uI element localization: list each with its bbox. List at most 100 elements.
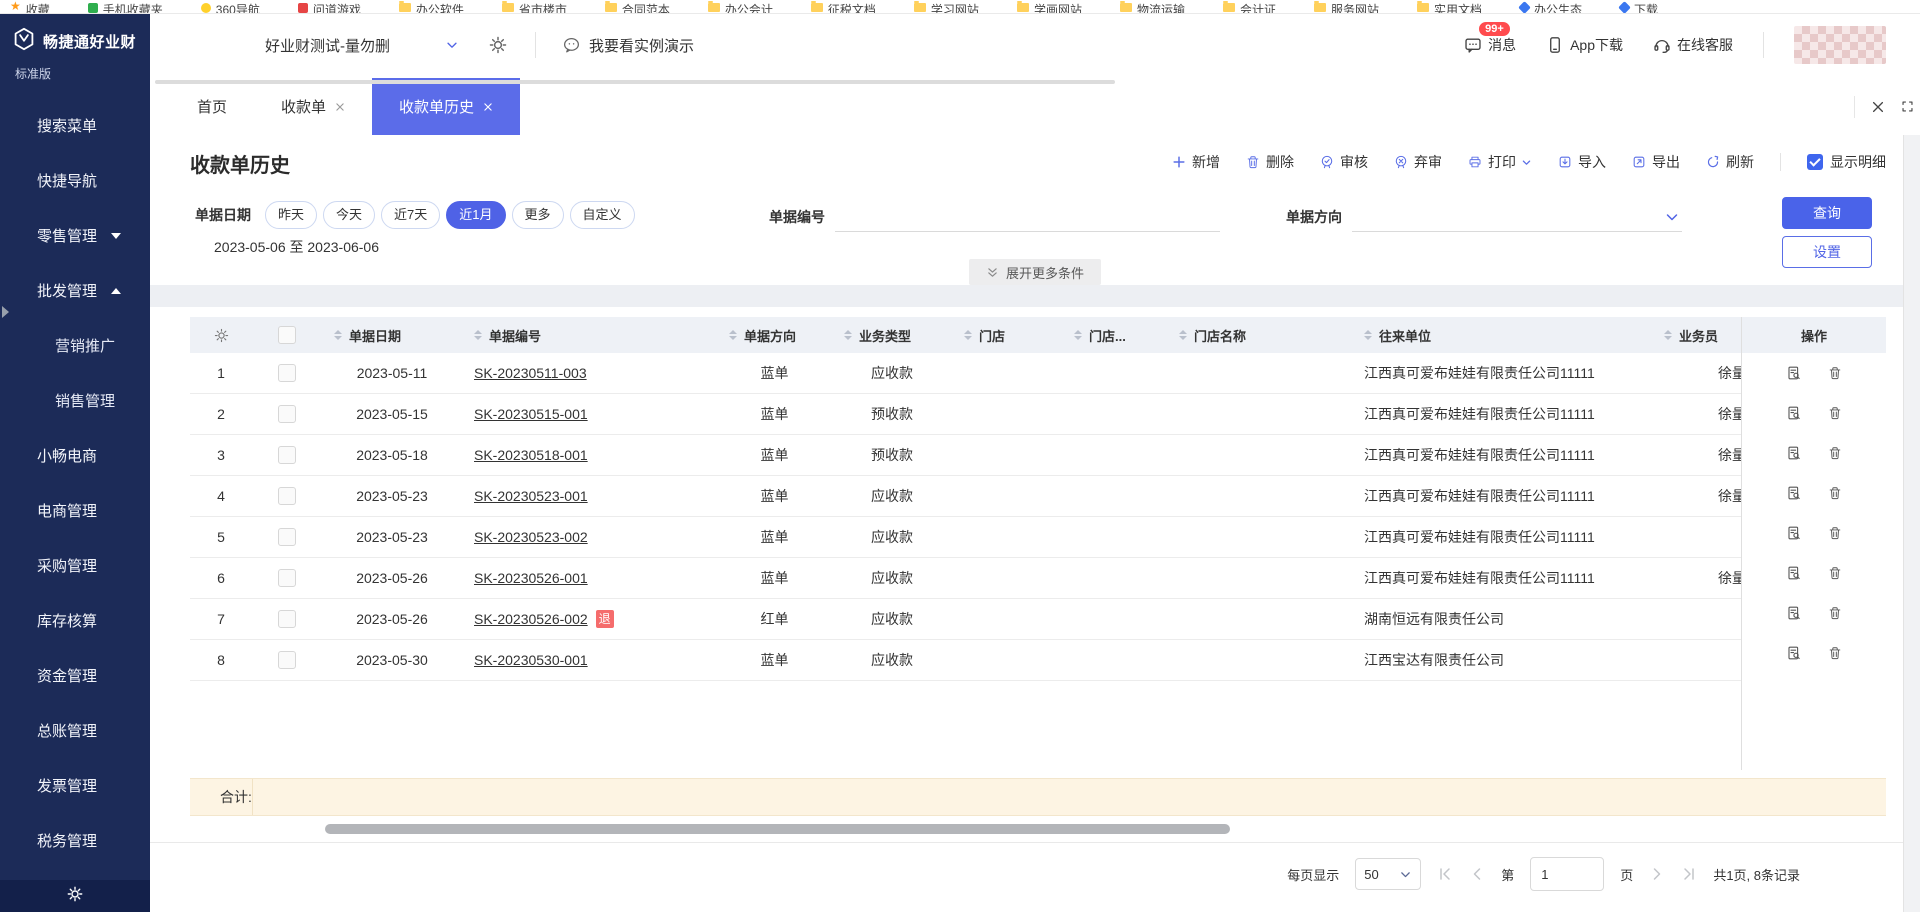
- doc-no-link[interactable]: SK-20230518-001: [474, 447, 588, 463]
- checkbox-checked-icon[interactable]: [1807, 154, 1823, 170]
- sidebar-item-销售管理[interactable]: 销售管理: [0, 373, 150, 428]
- date-filter-近7天[interactable]: 近7天: [381, 201, 441, 229]
- bookmark-item[interactable]: 办公生态: [1518, 1, 1582, 13]
- sidebar-settings-button[interactable]: [0, 880, 150, 912]
- doc-no-input[interactable]: [835, 207, 1220, 232]
- per-page-select[interactable]: 50: [1355, 858, 1422, 890]
- sidebar-item-资金管理[interactable]: 资金管理: [0, 648, 150, 703]
- sidebar-item-批发管理[interactable]: 批发管理: [0, 263, 150, 318]
- view-detail-icon[interactable]: [1786, 525, 1802, 541]
- delete-row-icon[interactable]: [1828, 566, 1842, 580]
- column-settings-button[interactable]: [190, 328, 252, 343]
- bookmark-item[interactable]: 合同范本: [604, 1, 670, 13]
- column-header-store_more[interactable]: 门店...: [1062, 326, 1167, 345]
- 打印-button[interactable]: 打印: [1468, 152, 1532, 172]
- bookmark-item[interactable]: 征税文档: [810, 1, 876, 13]
- sidebar-collapse-handle[interactable]: [2, 306, 9, 318]
- column-header-counterparty[interactable]: 往来单位: [1352, 326, 1652, 345]
- sort-icon[interactable]: [729, 330, 737, 340]
- sort-icon[interactable]: [964, 330, 972, 340]
- settings-button[interactable]: 设置: [1782, 236, 1872, 268]
- page-number-input[interactable]: [1530, 857, 1605, 891]
- 导出-button[interactable]: 导出: [1632, 152, 1680, 172]
- doc-no-link[interactable]: SK-20230530-001: [474, 652, 588, 668]
- online-service-button[interactable]: 在线客服: [1653, 35, 1733, 55]
- chevron-down-icon[interactable]: [445, 38, 459, 52]
- bookmark-item[interactable]: 问道游戏: [297, 1, 361, 13]
- sort-icon[interactable]: [1179, 330, 1187, 340]
- sidebar-item-总账管理[interactable]: 总账管理: [0, 703, 150, 758]
- doc-no-link[interactable]: SK-20230523-001: [474, 488, 588, 504]
- sidebar-item-快捷导航[interactable]: 快捷导航: [0, 153, 150, 208]
- sort-icon[interactable]: [844, 330, 852, 340]
- tab-收款单[interactable]: 收款单: [254, 78, 372, 135]
- sidebar-item-采购管理[interactable]: 采购管理: [0, 538, 150, 593]
- fullscreen-icon[interactable]: [1901, 100, 1914, 113]
- row-checkbox[interactable]: [278, 569, 296, 587]
- bookmark-item[interactable]: 省市楼市: [501, 1, 567, 13]
- select-all-checkbox[interactable]: [278, 326, 296, 344]
- delete-row-icon[interactable]: [1828, 526, 1842, 540]
- row-checkbox[interactable]: [278, 610, 296, 628]
- bookmark-item[interactable]: 办公会计: [707, 1, 773, 13]
- sidebar-item-零售管理[interactable]: 零售管理: [0, 208, 150, 263]
- 导入-button[interactable]: 导入: [1558, 152, 1606, 172]
- row-checkbox[interactable]: [278, 528, 296, 546]
- chevron-down-icon[interactable]: [1664, 209, 1680, 225]
- workspace-selector[interactable]: 好业财测试-量勿删: [265, 35, 390, 56]
- view-detail-icon[interactable]: [1786, 405, 1802, 421]
- row-checkbox[interactable]: [278, 364, 296, 382]
- bookmark-item[interactable]: 实用文档: [1417, 1, 1482, 13]
- date-filter-更多[interactable]: 更多: [511, 201, 564, 229]
- delete-row-icon[interactable]: [1828, 366, 1842, 380]
- sort-icon[interactable]: [1664, 330, 1672, 340]
- bookmark-item[interactable]: 办公软件: [398, 1, 464, 13]
- 新增-button[interactable]: 新增: [1172, 152, 1220, 172]
- tab-收款单历史[interactable]: 收款单历史: [372, 78, 521, 135]
- bookmark-item[interactable]: 会计证: [1222, 1, 1276, 13]
- bookmark-item[interactable]: 物流运输: [1119, 1, 1185, 13]
- expand-more-button[interactable]: 展开更多条件: [968, 259, 1102, 285]
- sidebar-item-小畅电商[interactable]: 小畅电商: [0, 428, 150, 483]
- sidebar-item-搜索菜单[interactable]: 搜索菜单: [0, 98, 150, 153]
- page-scrollbar-track[interactable]: [1903, 135, 1920, 912]
- column-header-doc_no[interactable]: 单据编号: [462, 326, 717, 345]
- view-detail-icon[interactable]: [1786, 485, 1802, 501]
- sidebar-item-营销推广[interactable]: 营销推广: [0, 318, 150, 373]
- sidebar-item-税务管理[interactable]: 税务管理: [0, 813, 150, 868]
- bookmark-item[interactable]: 360导航: [200, 1, 260, 13]
- user-avatar[interactable]: [1794, 26, 1886, 64]
- close-icon[interactable]: [1871, 100, 1885, 114]
- delete-row-icon[interactable]: [1828, 606, 1842, 620]
- tab-scrollbar[interactable]: [155, 80, 1115, 84]
- view-detail-icon[interactable]: [1786, 605, 1802, 621]
- 删除-button[interactable]: 删除: [1246, 152, 1294, 172]
- column-header-biz_type[interactable]: 业务类型: [832, 326, 952, 345]
- view-detail-icon[interactable]: [1786, 365, 1802, 381]
- column-header-store[interactable]: 门店: [952, 326, 1062, 345]
- next-page-icon[interactable]: [1649, 866, 1665, 882]
- bookmark-item[interactable]: 下载: [1618, 1, 1658, 13]
- date-filter-自定义[interactable]: 自定义: [569, 201, 635, 229]
- date-filter-今天[interactable]: 今天: [323, 201, 376, 229]
- sort-icon[interactable]: [1074, 330, 1082, 340]
- delete-row-icon[interactable]: [1828, 406, 1842, 420]
- view-detail-icon[interactable]: [1786, 565, 1802, 581]
- 审核-button[interactable]: 审核: [1320, 152, 1368, 172]
- 刷新-button[interactable]: 刷新: [1706, 152, 1754, 172]
- tab-close-icon[interactable]: [335, 102, 345, 112]
- last-page-icon[interactable]: [1681, 866, 1697, 882]
- column-header-store_name[interactable]: 门店名称: [1167, 326, 1352, 345]
- row-checkbox[interactable]: [278, 405, 296, 423]
- sort-icon[interactable]: [474, 330, 482, 340]
- sidebar-item-发票管理[interactable]: 发票管理: [0, 758, 150, 813]
- sort-icon[interactable]: [334, 330, 342, 340]
- 弃审-button[interactable]: 弃审: [1394, 152, 1442, 172]
- date-filter-近1月[interactable]: 近1月: [446, 201, 506, 229]
- show-detail-toggle[interactable]: 显示明细: [1807, 152, 1886, 172]
- row-checkbox[interactable]: [278, 487, 296, 505]
- doc-no-link[interactable]: SK-20230515-001: [474, 406, 588, 422]
- app-download-button[interactable]: App下载: [1546, 35, 1623, 55]
- column-header-direction[interactable]: 单据方向: [717, 326, 832, 345]
- doc-no-link[interactable]: SK-20230526-001: [474, 570, 588, 586]
